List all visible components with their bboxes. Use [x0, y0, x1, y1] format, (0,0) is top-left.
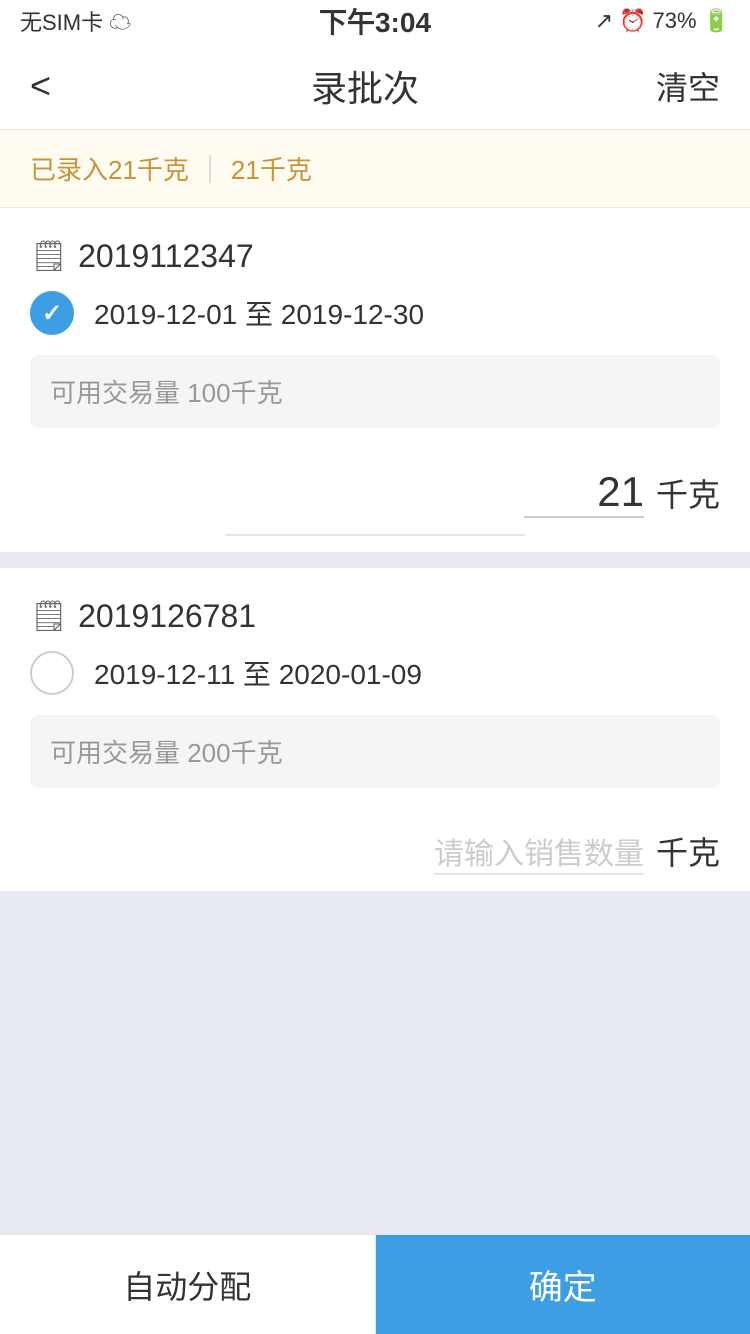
status-bar: 无SIM卡 ☁ 下午3:04 ↗ ⏰ 73% 🔋	[0, 0, 750, 42]
gray-spacer-1	[0, 552, 750, 568]
radio-2[interactable]	[30, 651, 74, 695]
sim-text: 无SIM卡 ☁	[20, 5, 131, 37]
info-banner: 已录入21千克 21千克	[0, 130, 750, 208]
availability-text-2: 可用交易量 200千克	[50, 738, 283, 768]
batch-header-2: 🗒 2019126781	[30, 598, 720, 635]
clear-button[interactable]: 清空	[640, 63, 720, 109]
location-icon: ↗	[595, 8, 613, 34]
banner-divider	[209, 155, 211, 183]
batch-header-1: 🗒 2019112347	[30, 238, 720, 275]
quantity-value-1: 21	[597, 468, 644, 515]
status-left: 无SIM卡 ☁	[20, 5, 131, 37]
batch-row-2: 2019-12-11 至 2020-01-09	[30, 651, 720, 695]
quantity-placeholder-2: 请输入销售数量	[434, 838, 644, 871]
batch-item-2: 🗒 2019126781 2019-12-11 至 2020-01-09 可用交…	[0, 568, 750, 788]
nav-title: 录批次	[90, 60, 640, 112]
batch-date-2: 2019-12-11 至 2020-01-09	[94, 653, 422, 693]
batch-date-1: 2019-12-01 至 2019-12-30	[94, 293, 424, 333]
recorded-amount-value: 21千克	[231, 150, 312, 187]
quantity-display-1[interactable]: 21	[524, 468, 644, 518]
quantity-unit-1: 千克	[656, 470, 720, 516]
battery-icon: 🔋	[703, 8, 730, 34]
quantity-input-2[interactable]: 请输入销售数量	[434, 829, 644, 875]
batch-doc-icon-2: 🗒	[30, 599, 68, 634]
batch-card-1: 🗒 2019112347 2019-12-01 至 2019-12-30 可用交…	[0, 208, 750, 552]
auto-distribute-button[interactable]: 自动分配	[0, 1235, 376, 1334]
recorded-amount-label: 已录入21千克	[30, 150, 189, 187]
status-time: 下午3:04	[319, 1, 431, 41]
availability-text-1: 可用交易量 100千克	[50, 378, 283, 408]
divider-1	[225, 534, 525, 536]
batch-id-2: 2019126781	[78, 598, 256, 635]
alarm-icon: ⏰	[619, 8, 646, 34]
status-right: ↗ ⏰ 73% 🔋	[595, 8, 730, 34]
batch-doc-icon-1: 🗒	[30, 239, 68, 274]
quantity-unit-2: 千克	[656, 828, 720, 874]
availability-box-1: 可用交易量 100千克	[30, 355, 720, 428]
battery-text: 73%	[653, 8, 697, 34]
confirm-button[interactable]: 确定	[376, 1235, 750, 1334]
batch-card-2: 🗒 2019126781 2019-12-11 至 2020-01-09 可用交…	[0, 568, 750, 891]
nav-bar: < 录批次 清空	[0, 42, 750, 130]
quantity-row-1: 21 千克	[0, 448, 750, 534]
empty-area	[0, 891, 750, 1291]
batch-row-1: 2019-12-01 至 2019-12-30	[30, 291, 720, 335]
batch-item-1: 🗒 2019112347 2019-12-01 至 2019-12-30 可用交…	[0, 208, 750, 428]
availability-box-2: 可用交易量 200千克	[30, 715, 720, 788]
radio-1[interactable]	[30, 291, 74, 335]
bottom-bar: 自动分配 确定	[0, 1234, 750, 1334]
quantity-row-2: 请输入销售数量 千克	[0, 808, 750, 891]
back-button[interactable]: <	[30, 65, 90, 107]
batch-id-1: 2019112347	[78, 238, 254, 275]
